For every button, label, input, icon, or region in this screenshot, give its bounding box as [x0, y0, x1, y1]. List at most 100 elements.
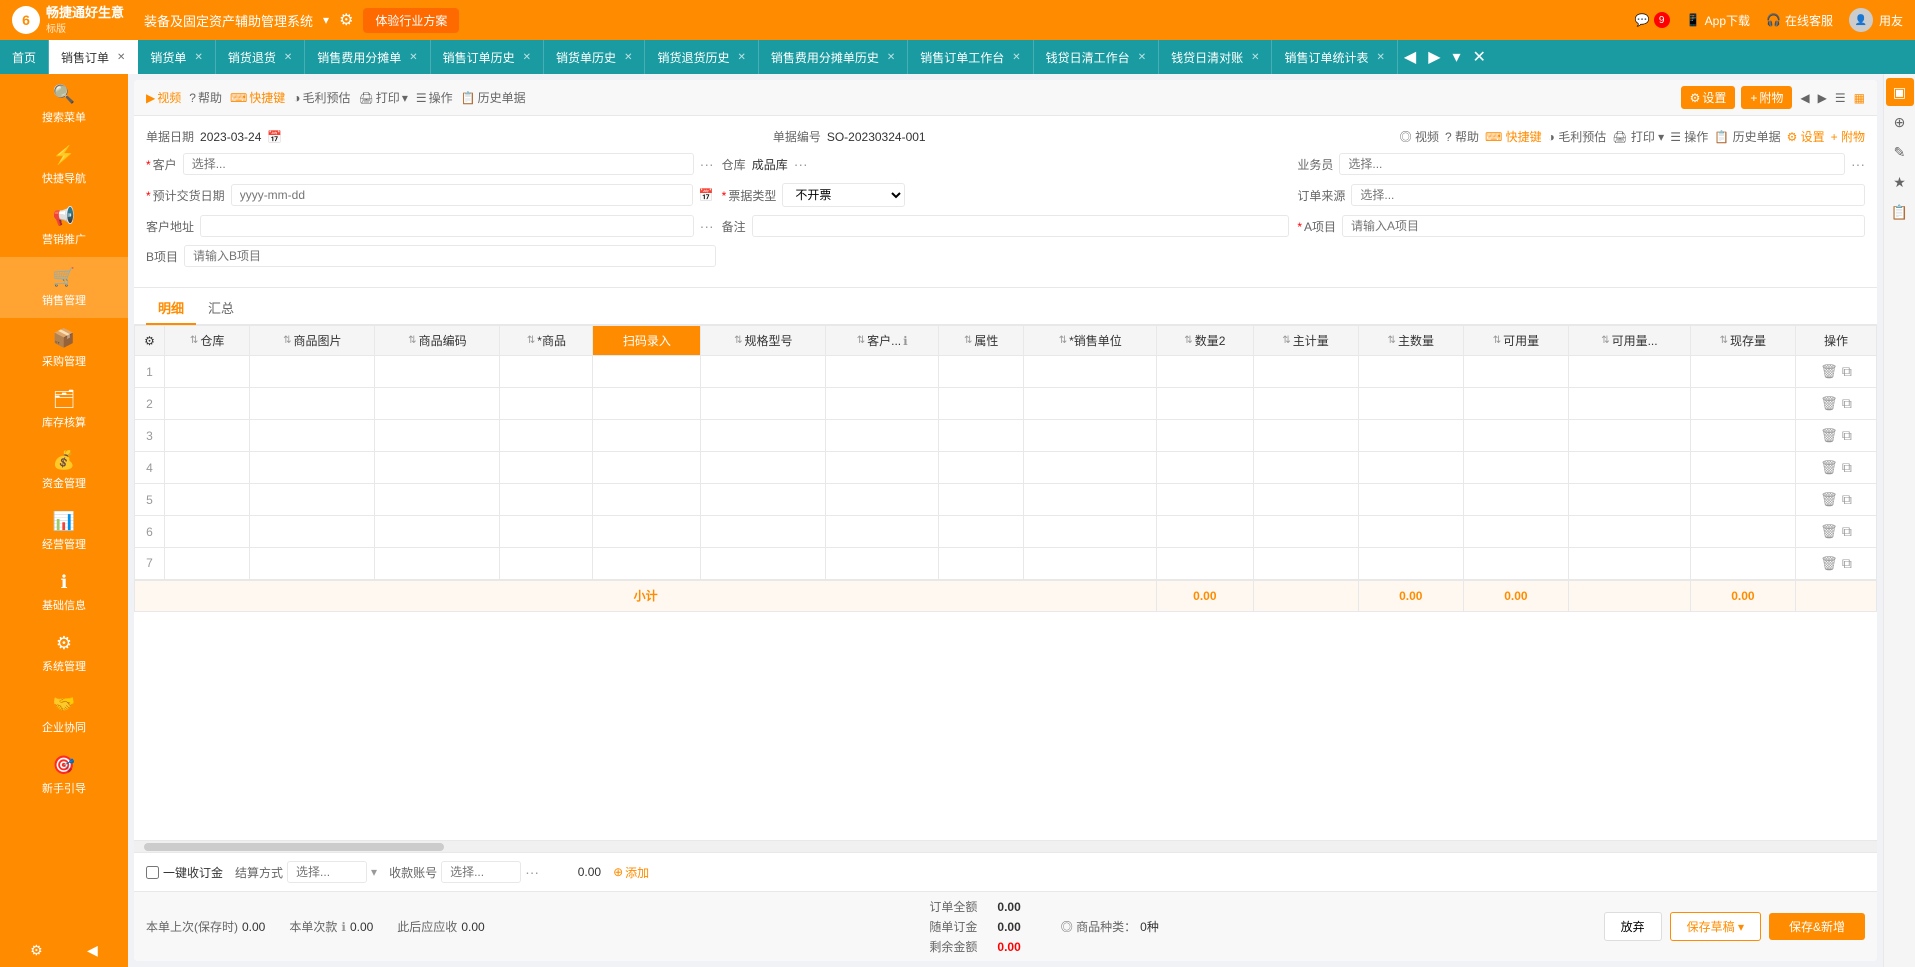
tab-close-icon[interactable]: ✕ — [737, 52, 745, 63]
row-main-qty[interactable] — [1358, 388, 1463, 420]
row-image[interactable] — [250, 484, 375, 516]
delete-row-icon[interactable]: 🗑 — [1820, 395, 1838, 412]
delete-row-icon[interactable]: 🗑 — [1820, 363, 1838, 380]
tab-invoice-history[interactable]: 销货单历史 ✕ — [544, 40, 645, 74]
tab-daily-reconcile[interactable]: 钱贷日清对账 ✕ — [1159, 40, 1272, 74]
row-main-unit[interactable] — [1253, 452, 1358, 484]
row-product-code[interactable] — [375, 356, 500, 388]
row-main-unit[interactable] — [1253, 548, 1358, 580]
right-panel-btn-4[interactable]: ★ — [1886, 168, 1914, 196]
tab-close-icon[interactable]: ✕ — [284, 52, 292, 63]
col-available2[interactable]: ⇅可用量... — [1569, 326, 1691, 356]
row-stock[interactable] — [1690, 516, 1795, 548]
delete-row-icon[interactable]: 🗑 — [1820, 555, 1838, 572]
row-scan[interactable] — [593, 356, 701, 388]
row-qty2[interactable] — [1157, 388, 1253, 420]
industry-btn[interactable]: 体验行业方案 — [363, 8, 459, 33]
row-stock[interactable] — [1690, 548, 1795, 580]
right-panel-btn-5[interactable]: 📋 — [1886, 198, 1914, 226]
row-available[interactable] — [1463, 420, 1568, 452]
row-available[interactable] — [1463, 452, 1568, 484]
row-spec[interactable] — [701, 484, 826, 516]
col-stock[interactable]: ⇅现存量 — [1690, 326, 1795, 356]
save-new-btn[interactable]: 保存&新增 — [1769, 913, 1865, 940]
date-value[interactable]: 2023-03-24 — [200, 130, 261, 144]
row-image[interactable] — [250, 388, 375, 420]
copy-row-icon[interactable]: ⧉ — [1842, 395, 1852, 412]
scroll-thumb[interactable] — [144, 843, 444, 851]
row-warehouse[interactable] — [165, 548, 250, 580]
row-qty2[interactable] — [1157, 484, 1253, 516]
row-product-code[interactable] — [375, 484, 500, 516]
row-scan[interactable] — [593, 484, 701, 516]
col-scan[interactable]: 扫码录入 — [593, 326, 701, 356]
app-download-btn[interactable]: 📱 App下载 — [1686, 12, 1750, 29]
row-product[interactable] — [500, 452, 593, 484]
customer-address-input[interactable] — [200, 215, 694, 237]
sidebar-item-guide[interactable]: 🎯 新手引导 — [0, 745, 128, 806]
row-unit[interactable] — [1024, 420, 1157, 452]
col-main-unit[interactable]: ⇅主计量 — [1253, 326, 1358, 356]
payment-method-dropdown-icon[interactable]: ▾ — [371, 865, 377, 879]
next-record-btn[interactable]: ▶ — [1818, 91, 1827, 105]
row-product-code[interactable] — [375, 388, 500, 420]
copy-row-icon[interactable]: ⧉ — [1842, 555, 1852, 572]
sidebar-item-search[interactable]: 🔍 搜索菜单 — [0, 74, 128, 135]
right-panel-btn-2[interactable]: ⊕ — [1886, 108, 1914, 136]
tab-return-history[interactable]: 销货退货历史 ✕ — [645, 40, 758, 74]
shortcut-toolbar-btn[interactable]: ⌨ 快捷键 — [1485, 128, 1542, 145]
profit-btn[interactable]: ◑ 毛利预估 — [293, 89, 350, 106]
row-customer-code[interactable] — [826, 356, 939, 388]
row-qty2[interactable] — [1157, 516, 1253, 548]
save-draft-dropdown-icon[interactable]: ▾ — [1738, 920, 1744, 934]
address-more-btn[interactable]: ··· — [700, 218, 714, 234]
copy-row-icon[interactable]: ⧉ — [1842, 363, 1852, 380]
tab-sales-invoice[interactable]: 销货单 ✕ — [138, 40, 215, 74]
row-scan[interactable] — [593, 420, 701, 452]
row-main-unit[interactable] — [1253, 484, 1358, 516]
delete-row-icon[interactable]: 🗑 — [1820, 427, 1838, 444]
copy-row-icon[interactable]: ⧉ — [1842, 491, 1852, 508]
row-customer-code[interactable] — [826, 516, 939, 548]
row-unit[interactable] — [1024, 516, 1157, 548]
row-attrs[interactable] — [939, 356, 1024, 388]
delete-row-icon[interactable]: 🗑 — [1820, 491, 1838, 508]
tab-close-icon[interactable]: ✕ — [624, 52, 632, 63]
tab-daily-workbench[interactable]: 钱贷日清工作台 ✕ — [1034, 40, 1159, 74]
warehouse-more-btn[interactable]: ··· — [794, 156, 808, 172]
row-scan[interactable] — [593, 516, 701, 548]
add-payment-btn[interactable]: ⊕ 添加 — [613, 864, 649, 881]
row-unit[interactable] — [1024, 388, 1157, 420]
row-main-qty[interactable] — [1358, 452, 1463, 484]
row-available2[interactable] — [1569, 356, 1691, 388]
print-btn[interactable]: 🖨 打印 ▾ — [359, 89, 408, 106]
row-product[interactable] — [500, 548, 593, 580]
sidebar-item-marketing[interactable]: 📢 营销推广 — [0, 196, 128, 257]
row-spec[interactable] — [701, 548, 826, 580]
tab-homepage[interactable]: 首页 — [0, 40, 49, 74]
col-available[interactable]: ⇅可用量 — [1463, 326, 1568, 356]
row-scan[interactable] — [593, 388, 701, 420]
operation-btn[interactable]: ☰ 操作 — [416, 89, 453, 106]
row-available[interactable] — [1463, 484, 1568, 516]
row-image[interactable] — [250, 356, 375, 388]
row-stock[interactable] — [1690, 356, 1795, 388]
row-attrs[interactable] — [939, 452, 1024, 484]
copy-row-icon[interactable]: ⧉ — [1842, 427, 1852, 444]
row-unit[interactable] — [1024, 548, 1157, 580]
row-customer-code[interactable] — [826, 484, 939, 516]
attach-btn[interactable]: + 附物 — [1741, 86, 1792, 109]
row-spec[interactable] — [701, 388, 826, 420]
row-spec[interactable] — [701, 516, 826, 548]
tab-more-btn[interactable]: ▾ — [1447, 47, 1467, 67]
view-video-btn[interactable]: ▶ 视频 — [146, 89, 181, 106]
row-unit[interactable] — [1024, 356, 1157, 388]
tab-close-all-btn[interactable]: ✕ — [1467, 47, 1492, 67]
history-btn[interactable]: 📋 历史单据 — [461, 89, 526, 106]
row-attrs[interactable] — [939, 420, 1024, 452]
row-customer-code[interactable] — [826, 452, 939, 484]
row-product-code[interactable] — [375, 452, 500, 484]
row-main-unit[interactable] — [1253, 388, 1358, 420]
row-main-qty[interactable] — [1358, 356, 1463, 388]
save-draft-btn[interactable]: 保存草稿 ▾ — [1670, 912, 1761, 941]
